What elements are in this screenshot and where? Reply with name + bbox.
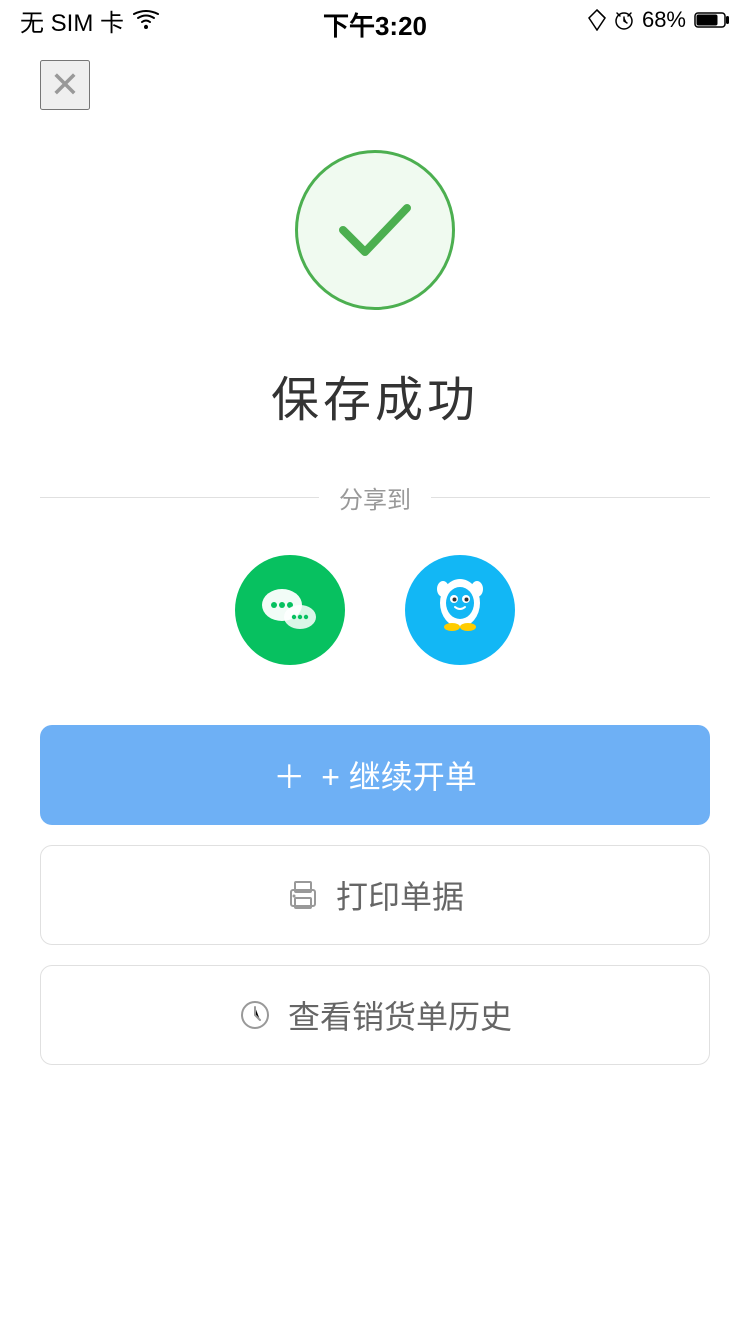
share-label: 分享到 [339,480,411,515]
status-bar: 无 SIM 卡 下午3:20 68% [0,0,750,40]
wechat-icon [258,583,323,638]
share-icons-container [235,555,515,665]
success-title: 保存成功 [271,360,479,430]
success-circle [295,150,455,310]
continue-label: + 继续开单 [321,752,477,798]
wechat-share-button[interactable] [235,555,345,665]
location-icon [588,9,606,31]
status-time: 下午3:20 [323,6,427,43]
qq-icon [429,575,491,645]
share-divider: 分享到 [40,480,710,515]
divider-line-left [40,497,319,498]
status-left: 无 SIM 卡 [20,3,160,38]
wifi-icon [132,10,160,30]
no-sim-text: 无 SIM 卡 [20,3,124,38]
divider-line-right [431,497,710,498]
print-icon [286,878,320,912]
history-icon [238,998,272,1032]
print-label: 打印单据 [336,872,464,918]
history-label: 查看销货单历史 [288,992,512,1038]
battery-icon [694,11,730,29]
plus-icon: ＋ [273,752,305,798]
action-buttons: ＋ + 继续开单 打印单据 查看销货单历史 [40,725,710,1065]
battery-percent: 68% [642,7,686,33]
history-button[interactable]: 查看销货单历史 [40,965,710,1065]
close-button[interactable]: ✕ [40,60,90,110]
main-content: ✕ 保存成功 分享到 [0,40,750,1085]
qq-share-button[interactable] [405,555,515,665]
checkmark-icon [335,198,415,263]
print-button[interactable]: 打印单据 [40,845,710,945]
close-icon: ✕ [50,67,80,103]
alarm-icon [614,9,634,31]
continue-button[interactable]: ＋ + 继续开单 [40,725,710,825]
status-right: 68% [588,7,730,33]
